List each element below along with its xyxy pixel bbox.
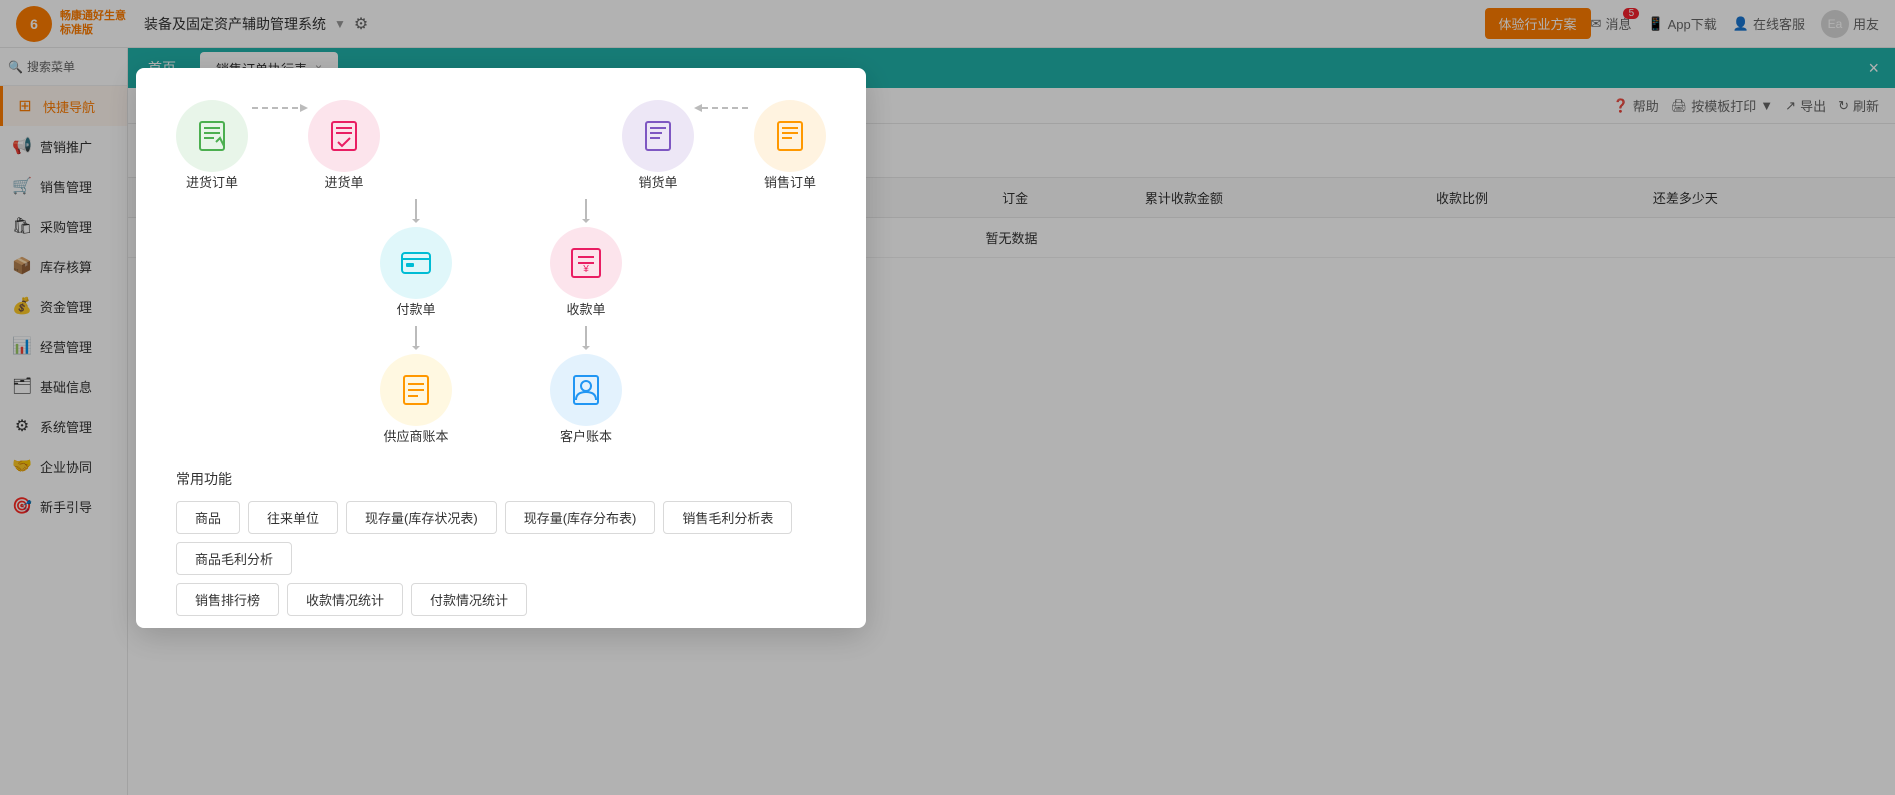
flow-circle-sales-invoice[interactable] <box>622 100 694 172</box>
flow-label-receipt: 收款单 <box>566 299 605 318</box>
flow-label-customer-ledger: 客户账本 <box>560 426 612 445</box>
common-btn-stock-status[interactable]: 现存量(库存状况表) <box>346 501 497 534</box>
flow-label-purchase-order: 进货订单 <box>186 172 238 191</box>
common-section: 常用功能 商品 往来单位 现存量(库存状况表) 现存量(库存分布表) 销售毛利分… <box>176 469 826 616</box>
flow-circle-purchase-order[interactable] <box>176 100 248 172</box>
flow-col-payment: 付款单 <box>356 199 476 318</box>
flow-label-supplier-ledger: 供应商账本 <box>383 426 448 445</box>
common-btn-payment-stats[interactable]: 付款情况统计 <box>411 583 527 616</box>
common-btn-stock-dist[interactable]: 现存量(库存分布表) <box>505 501 656 534</box>
flow-label-sales-invoice: 销货单 <box>638 172 677 191</box>
flow-circle-customer-ledger[interactable] <box>550 354 622 426</box>
flow-col-receipt: ¥ 收款单 <box>526 199 646 318</box>
common-btn-product[interactable]: 商品 <box>176 501 240 534</box>
common-btn-sales-rank[interactable]: 销售排行榜 <box>176 583 279 616</box>
flow-circle-receipt[interactable]: ¥ <box>550 227 622 299</box>
flow-col-supplier-ledger: 供应商账本 <box>356 326 476 445</box>
common-btn-product-gross[interactable]: 商品毛利分析 <box>176 542 292 575</box>
modal: 进货订单 进货单 <box>136 68 866 628</box>
common-btn-receipt-stats[interactable]: 收款情况统计 <box>287 583 403 616</box>
common-btn-counterpart[interactable]: 往来单位 <box>248 501 338 534</box>
flow-col-purchase-order: 进货订单 <box>176 100 248 191</box>
flow-circle-purchase-invoice[interactable] <box>308 100 380 172</box>
flow-label-sales-order: 销售订单 <box>764 172 816 191</box>
common-btn-sales-gross[interactable]: 销售毛利分析表 <box>663 501 792 534</box>
flow-label-payment: 付款单 <box>396 299 435 318</box>
common-buttons-row2: 销售排行榜 收款情况统计 付款情况统计 <box>176 583 826 616</box>
flow-col-sales-order: 销售订单 <box>754 100 826 191</box>
flow-col-sales-invoice: 销货单 <box>622 100 694 191</box>
flow-circle-payment[interactable] <box>380 227 452 299</box>
common-functions-title: 常用功能 <box>176 469 826 489</box>
common-buttons-row1: 商品 往来单位 现存量(库存状况表) 现存量(库存分布表) 销售毛利分析表 商品… <box>176 501 826 575</box>
flow-label-purchase-invoice: 进货单 <box>324 172 363 191</box>
svg-text:¥: ¥ <box>582 264 589 275</box>
flow-section: 进货订单 进货单 <box>176 100 826 445</box>
flow-circle-supplier-ledger[interactable] <box>380 354 452 426</box>
overlay[interactable]: 进货订单 进货单 <box>0 0 1895 795</box>
flow-col-purchase-invoice: 进货单 <box>308 100 380 191</box>
flow-col-customer-ledger: 客户账本 <box>526 326 646 445</box>
flow-circle-sales-order[interactable] <box>754 100 826 172</box>
